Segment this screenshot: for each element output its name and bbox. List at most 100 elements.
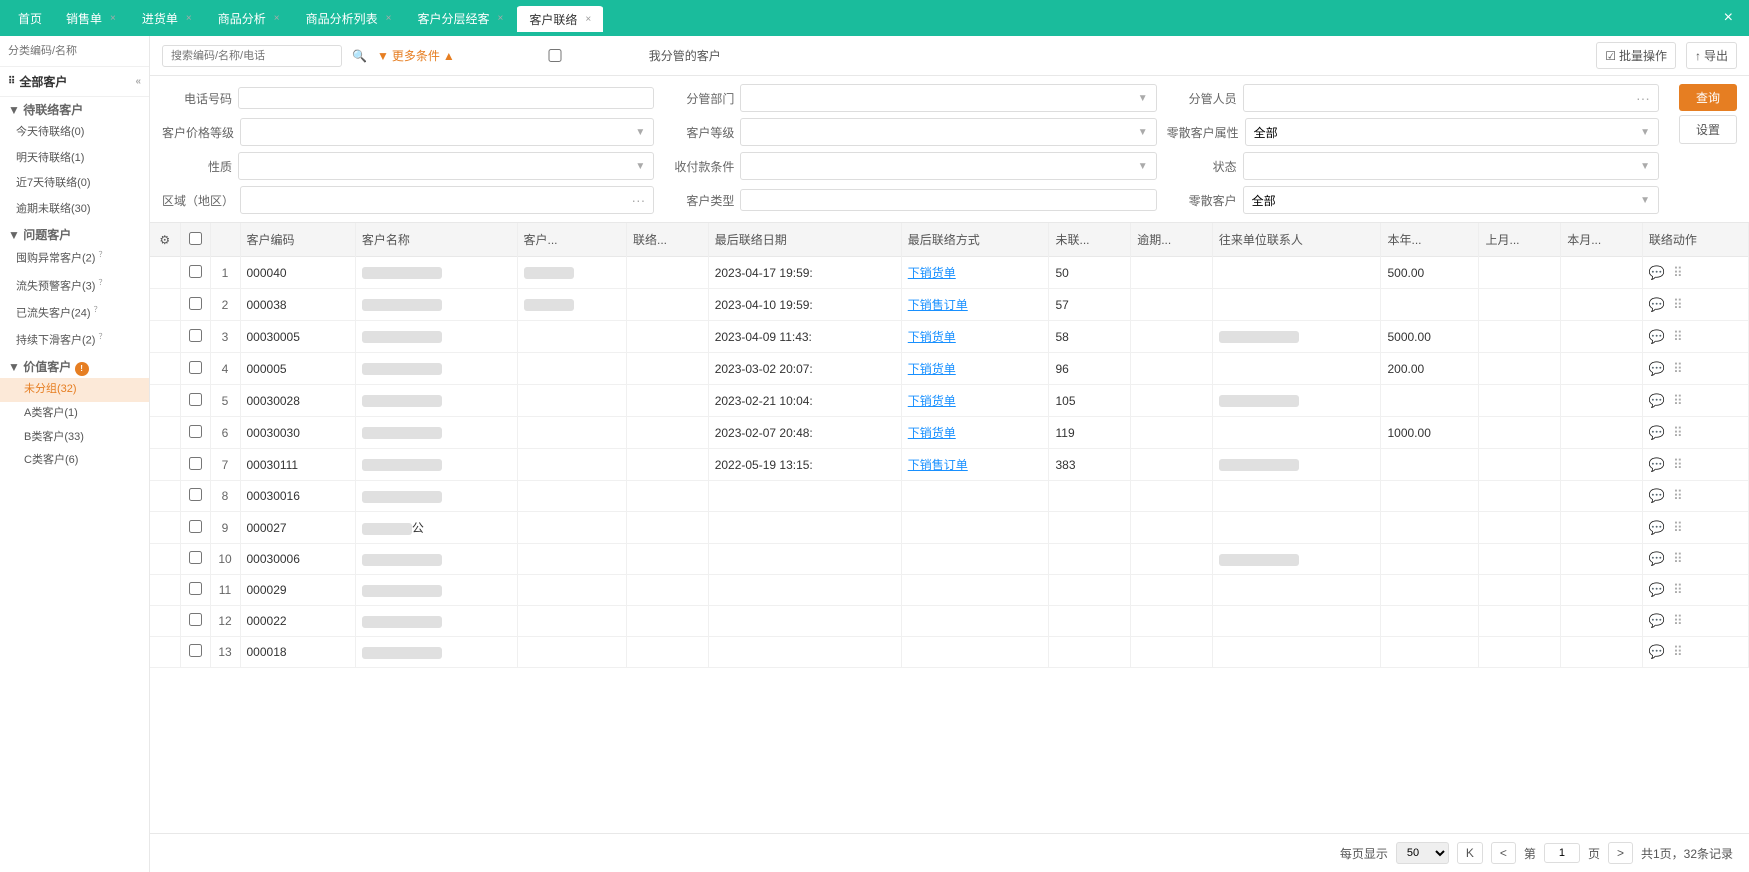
customer-type-input[interactable] bbox=[740, 189, 1156, 211]
chat-icon[interactable]: 💬 bbox=[1649, 329, 1665, 345]
grid-action-icon[interactable]: ⠿ bbox=[1673, 393, 1683, 409]
cell-checkbox[interactable] bbox=[180, 481, 210, 512]
tab-sales-order[interactable]: 销售单 × bbox=[54, 4, 128, 32]
grid-action-icon[interactable]: ⠿ bbox=[1673, 265, 1683, 281]
cell-last-method[interactable] bbox=[901, 606, 1049, 637]
sidebar-item-declining[interactable]: 持续下滑客户(2) ？ bbox=[0, 327, 149, 354]
grid-action-icon[interactable]: ⠿ bbox=[1673, 551, 1683, 567]
col-last-month[interactable]: 上月... bbox=[1479, 223, 1561, 257]
chat-icon[interactable]: 💬 bbox=[1649, 582, 1665, 598]
cell-last-method[interactable]: 下销货单 bbox=[901, 417, 1049, 449]
cell-checkbox[interactable] bbox=[180, 289, 210, 321]
page-number-input[interactable] bbox=[1544, 843, 1580, 863]
batch-operation-btn[interactable]: ☑ 批量操作 bbox=[1596, 42, 1676, 69]
cell-checkbox[interactable] bbox=[180, 321, 210, 353]
cell-checkbox[interactable] bbox=[180, 417, 210, 449]
search-icon[interactable]: 🔍 bbox=[352, 49, 367, 63]
tab-product-analysis-list[interactable]: 商品分析列表 × bbox=[294, 4, 404, 32]
cell-last-method[interactable] bbox=[901, 512, 1049, 544]
sidebar-item-a-class[interactable]: A类客户(1) bbox=[0, 402, 149, 426]
col-type[interactable]: 客户... bbox=[517, 223, 626, 257]
cell-checkbox[interactable] bbox=[180, 512, 210, 544]
close-tab-contact[interactable]: × bbox=[585, 14, 591, 25]
chat-icon[interactable]: 💬 bbox=[1649, 393, 1665, 409]
sidebar-item-c-class[interactable]: C类客户(6) bbox=[0, 449, 149, 473]
cell-last-method[interactable]: 下销售订单 bbox=[901, 289, 1049, 321]
col-this-month[interactable]: 本月... bbox=[1561, 223, 1643, 257]
sidebar-item-b-class[interactable]: B类客户(33) bbox=[0, 426, 149, 450]
cell-checkbox[interactable] bbox=[180, 575, 210, 606]
cell-last-method[interactable] bbox=[901, 544, 1049, 575]
prev-page-btn[interactable]: < bbox=[1491, 842, 1516, 864]
chat-icon[interactable]: 💬 bbox=[1649, 613, 1665, 629]
cell-checkbox[interactable] bbox=[180, 353, 210, 385]
close-tab-product-list[interactable]: × bbox=[386, 13, 392, 24]
home-tab[interactable]: 首页 bbox=[8, 10, 52, 27]
scatter-attr-select[interactable]: 全部 ▼ bbox=[1245, 118, 1659, 146]
col-no-contact[interactable]: 未联... bbox=[1049, 223, 1131, 257]
row-checkbox[interactable] bbox=[189, 644, 202, 657]
cell-checkbox[interactable] bbox=[180, 385, 210, 417]
sidebar-item-7days[interactable]: 近7天待联络(0) bbox=[0, 171, 149, 197]
cell-checkbox[interactable] bbox=[180, 637, 210, 668]
cell-checkbox[interactable] bbox=[180, 257, 210, 289]
grid-action-icon[interactable]: ⠿ bbox=[1673, 520, 1683, 536]
chat-icon[interactable]: 💬 bbox=[1649, 488, 1665, 504]
grid-action-icon[interactable]: ⠿ bbox=[1673, 582, 1683, 598]
tab-product-analysis[interactable]: 商品分析 × bbox=[206, 4, 292, 32]
grid-action-icon[interactable]: ⠿ bbox=[1673, 457, 1683, 473]
scatter-select[interactable]: 全部 ▼ bbox=[1243, 186, 1659, 214]
price-level-select[interactable]: ▼ bbox=[240, 118, 654, 146]
grid-action-icon[interactable]: ⠿ bbox=[1673, 297, 1683, 313]
cell-last-method[interactable] bbox=[901, 637, 1049, 668]
chat-icon[interactable]: 💬 bbox=[1649, 265, 1665, 281]
col-last-method[interactable]: 最后联络方式 bbox=[901, 223, 1049, 257]
sidebar-item-loss-warning[interactable]: 流失预警客户(3) ？ bbox=[0, 273, 149, 300]
row-checkbox[interactable] bbox=[189, 425, 202, 438]
cell-last-method[interactable] bbox=[901, 575, 1049, 606]
row-checkbox[interactable] bbox=[189, 582, 202, 595]
search-btn[interactable]: 查询 bbox=[1679, 84, 1737, 111]
col-last-date[interactable]: 最后联络日期 bbox=[708, 223, 901, 257]
tab-customer-segment[interactable]: 客户分层经客 × bbox=[405, 4, 515, 32]
col-checkbox[interactable] bbox=[180, 223, 210, 257]
grid-action-icon[interactable]: ⠿ bbox=[1673, 425, 1683, 441]
chat-icon[interactable]: 💬 bbox=[1649, 361, 1665, 377]
close-tab-segment[interactable]: × bbox=[497, 13, 503, 24]
reset-btn[interactable]: 设置 bbox=[1679, 115, 1737, 144]
col-settings[interactable]: ⚙ bbox=[150, 223, 180, 257]
close-tab-sales[interactable]: × bbox=[110, 13, 116, 24]
col-name[interactable]: 客户名称 bbox=[355, 223, 517, 257]
row-checkbox[interactable] bbox=[189, 551, 202, 564]
grid-action-icon[interactable]: ⠿ bbox=[1673, 361, 1683, 377]
row-checkbox[interactable] bbox=[189, 329, 202, 342]
phone-input[interactable] bbox=[238, 87, 654, 109]
table-wrap[interactable]: ⚙ 客户编码 客户名称 客户... 联络... 最后联络日期 最后联络方式 未联… bbox=[150, 223, 1749, 833]
close-tab-purchase[interactable]: × bbox=[186, 13, 192, 24]
col-code[interactable]: 客户编码 bbox=[240, 223, 355, 257]
sidebar-item-overdue[interactable]: 逾期未联络(30) bbox=[0, 197, 149, 223]
row-checkbox[interactable] bbox=[189, 457, 202, 470]
collapse-icon[interactable]: « bbox=[135, 76, 141, 87]
cell-last-method[interactable] bbox=[901, 481, 1049, 512]
chat-icon[interactable]: 💬 bbox=[1649, 551, 1665, 567]
chat-icon[interactable]: 💬 bbox=[1649, 297, 1665, 313]
my-customers-checkbox[interactable]: 我分管的客户 bbox=[465, 47, 721, 64]
chat-icon[interactable]: 💬 bbox=[1649, 457, 1665, 473]
close-tab-product-analysis[interactable]: × bbox=[274, 13, 280, 24]
tab-customer-contact[interactable]: 客户联络 × bbox=[517, 4, 603, 32]
main-search-input[interactable] bbox=[162, 45, 342, 67]
region-select[interactable]: ··· bbox=[240, 186, 654, 214]
col-contact[interactable]: 联络... bbox=[626, 223, 708, 257]
row-checkbox[interactable] bbox=[189, 265, 202, 278]
tab-purchase-order[interactable]: 进货单 × bbox=[130, 4, 204, 32]
manager-select[interactable]: ··· bbox=[1243, 84, 1659, 112]
col-this-year[interactable]: 本年... bbox=[1381, 223, 1479, 257]
sidebar-item-abnormal[interactable]: 囤购异常客户(2) ？ bbox=[0, 245, 149, 272]
sidebar-item-today[interactable]: 今天待联络(0) bbox=[0, 120, 149, 146]
export-btn[interactable]: ↑ 导出 bbox=[1686, 42, 1737, 69]
row-checkbox[interactable] bbox=[189, 393, 202, 406]
chat-icon[interactable]: 💬 bbox=[1649, 520, 1665, 536]
sidebar-search-input[interactable] bbox=[8, 45, 150, 57]
chat-icon[interactable]: 💬 bbox=[1649, 425, 1665, 441]
